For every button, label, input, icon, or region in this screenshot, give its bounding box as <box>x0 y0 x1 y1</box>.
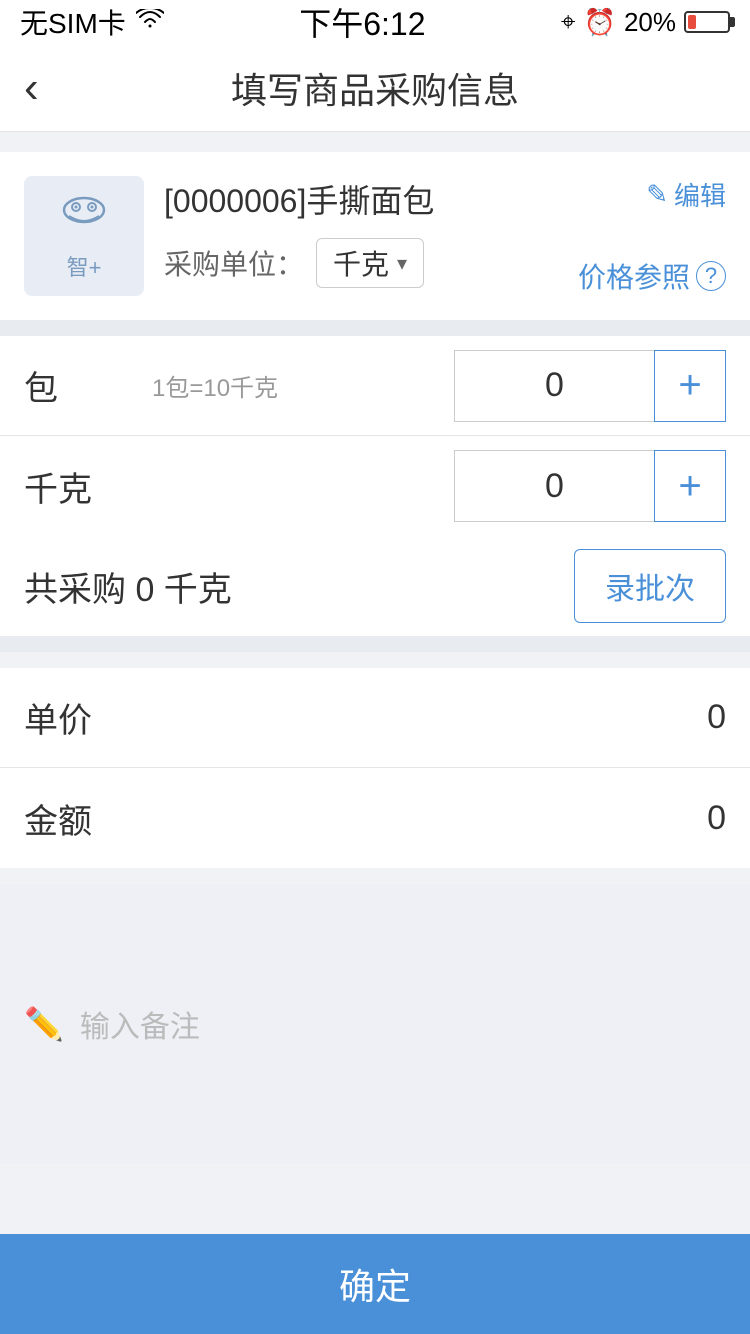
kg-input-wrapper: + <box>454 450 726 522</box>
pack-plus-button[interactable]: + <box>654 350 726 422</box>
page-title: 填写商品采购信息 <box>231 62 519 114</box>
edit-icon: ✎ <box>646 179 668 210</box>
price-ref-button[interactable]: 价格参照 ? <box>578 256 726 296</box>
total-row: 共采购 0 千克 录批次 <box>0 536 750 636</box>
status-bar-left: 无SIM卡 <box>20 2 164 42</box>
product-logo-text: 智+ <box>67 250 102 282</box>
status-time: 下午6:12 <box>299 0 425 45</box>
pack-input-wrapper: + <box>454 350 726 422</box>
unit-value: 千克 <box>333 243 389 283</box>
alarm-icon: ⏰ <box>584 7 616 38</box>
wifi-icon <box>136 7 164 38</box>
divider-1 <box>0 320 750 336</box>
price-ref-label: 价格参照 <box>578 256 690 296</box>
carrier-label: 无SIM卡 <box>20 2 126 42</box>
unit-price-row: 单价 0 <box>0 668 750 768</box>
pack-input[interactable] <box>454 350 654 422</box>
back-button[interactable]: ‹ <box>24 63 39 113</box>
total-label: 共采购 0 千克 <box>24 562 232 611</box>
edit-label: 编辑 <box>674 176 726 213</box>
amount-value: 0 <box>707 799 726 838</box>
confirm-button[interactable]: 确定 <box>0 1234 750 1334</box>
divider-2 <box>0 636 750 652</box>
unit-select[interactable]: 千克 ▾ <box>316 238 424 288</box>
kg-label: 千克 <box>24 462 144 511</box>
product-card: 智+ [0000006]手撕面包 采购单位： 千克 ▾ ✎ 编辑 价格参照 ? <box>0 152 750 320</box>
unit-price-label: 单价 <box>24 693 92 742</box>
kg-plus-button[interactable]: + <box>654 450 726 522</box>
edit-button[interactable]: ✎ 编辑 <box>646 176 726 213</box>
kg-input-row: 千克 + <box>0 436 750 536</box>
amount-label: 金额 <box>24 794 92 843</box>
input-section: 包 1包=10千克 + 千克 + <box>0 336 750 536</box>
unit-dropdown-arrow: ▾ <box>397 251 407 276</box>
pack-input-row: 包 1包=10千克 + <box>0 336 750 436</box>
status-bar-right: ⌖ ⏰ 20% <box>561 6 730 38</box>
record-batch-button[interactable]: 录批次 <box>574 549 726 623</box>
price-section: 单价 0 金额 0 <box>0 668 750 868</box>
amount-row: 金额 0 <box>0 768 750 868</box>
kg-input[interactable] <box>454 450 654 522</box>
product-name: [0000006]手撕面包 <box>164 176 726 222</box>
note-placeholder: 输入备注 <box>80 1002 200 1046</box>
battery-percent: 20% <box>624 7 676 38</box>
unit-price-value: 0 <box>707 698 726 737</box>
status-bar: 无SIM卡 下午6:12 ⌖ ⏰ 20% <box>0 0 750 44</box>
nav-bar: ‹ 填写商品采购信息 <box>0 44 750 132</box>
product-image: 智+ <box>24 176 144 296</box>
back-chevron: ‹ <box>24 63 39 113</box>
unit-label: 采购单位： <box>164 243 304 283</box>
product-logo-icon <box>59 191 109 246</box>
pack-label: 包 <box>24 361 144 410</box>
location-icon: ⌖ <box>561 6 576 38</box>
help-icon: ? <box>696 261 726 291</box>
battery-icon <box>684 11 730 33</box>
note-icon: ✏️ <box>24 1005 64 1043</box>
pack-sub-label: 1包=10千克 <box>152 368 278 403</box>
note-section[interactable]: ✏️ 输入备注 <box>0 884 750 1164</box>
